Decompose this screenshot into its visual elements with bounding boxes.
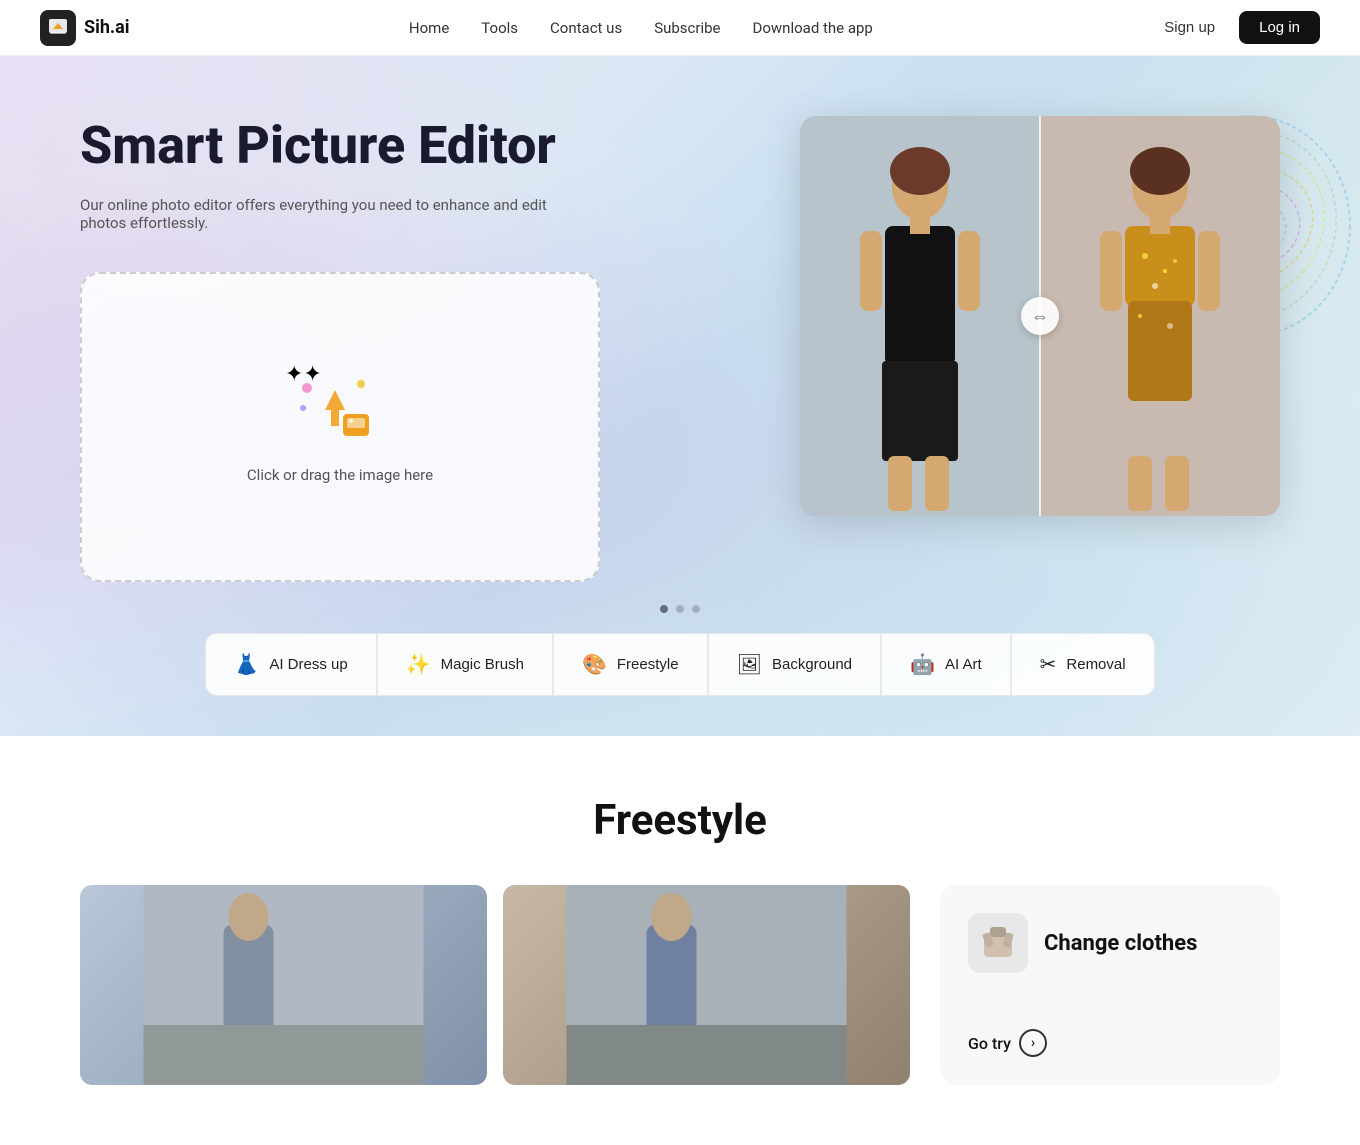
brand-name: Sih.ai — [84, 17, 130, 38]
removal-icon: ✂ — [1040, 652, 1057, 677]
section-title: Freestyle — [80, 796, 1280, 845]
brand-logo[interactable]: Sih.ai — [40, 10, 130, 46]
nav-links: Home Tools Contact us Subscribe Download… — [409, 19, 873, 37]
nav-home[interactable]: Home — [409, 19, 449, 37]
go-try-arrow-icon: › — [1019, 1029, 1047, 1057]
change-clothes-icon — [978, 923, 1018, 963]
upload-icon-area: ✦✦ — [295, 370, 385, 450]
feature-removal[interactable]: ✂ Removal — [1011, 633, 1155, 696]
go-try-button[interactable]: Go try › — [968, 1029, 1252, 1057]
upload-text: Click or drag the image here — [247, 466, 433, 484]
feature-ai-dress-up[interactable]: 👗 AI Dress up — [205, 633, 376, 696]
info-card: Change clothes Go try › — [940, 885, 1280, 1085]
signup-button[interactable]: Sign up — [1152, 13, 1227, 42]
carousel-dot-2[interactable] — [676, 605, 684, 613]
hero-right: ⇔ — [776, 116, 1280, 516]
freestyle-icon: 🎨 — [582, 652, 607, 677]
nav-tools[interactable]: Tools — [481, 19, 518, 37]
info-card-title: Change clothes — [1044, 931, 1197, 956]
section-img-left-graphic — [80, 885, 487, 1085]
carousel-dot-3[interactable] — [692, 605, 700, 613]
model-left-image — [800, 116, 1040, 516]
nav-subscribe[interactable]: Subscribe — [654, 19, 720, 37]
ai-art-icon: 🤖 — [910, 652, 935, 677]
feature-freestyle[interactable]: 🎨 Freestyle — [553, 633, 708, 696]
carousel-dot-1[interactable] — [660, 605, 668, 613]
hero-title: Smart Picture Editor — [80, 116, 740, 176]
hero-description: Our online photo editor offers everythin… — [80, 196, 560, 232]
comparison-handle[interactable]: ⇔ — [1021, 297, 1059, 335]
ai-dress-up-icon: 👗 — [234, 652, 259, 677]
background-icon: 🖼 — [737, 652, 762, 677]
info-card-top: Change clothes — [968, 913, 1252, 973]
section-image-right — [503, 885, 910, 1085]
section-image-left — [80, 885, 487, 1085]
magic-brush-icon: ✨ — [406, 652, 431, 677]
feature-background-label: Background — [772, 656, 852, 673]
feature-background[interactable]: 🖼 Background — [708, 633, 881, 696]
feature-removal-label: Removal — [1066, 656, 1125, 673]
hero-section: Smart Picture Editor Our online photo ed… — [0, 56, 1360, 736]
feature-ai-dress-up-label: AI Dress up — [269, 656, 347, 673]
info-card-icon — [968, 913, 1028, 973]
upload-stars-icon: ✦✦ — [285, 362, 322, 387]
section-image-grid — [80, 885, 910, 1085]
go-try-label: Go try — [968, 1034, 1011, 1053]
section-img-right-graphic — [503, 885, 910, 1085]
comparison-right — [1040, 116, 1280, 516]
navbar: Sih.ai Home Tools Contact us Subscribe D… — [0, 0, 1360, 56]
model-right-image — [1040, 116, 1280, 516]
nav-contact[interactable]: Contact us — [550, 19, 622, 37]
feature-buttons: 👗 AI Dress up ✨ Magic Brush 🎨 Freestyle … — [0, 633, 1360, 736]
carousel-dots — [0, 587, 1360, 613]
freestyle-section: Freestyle — [0, 736, 1360, 1145]
logo-icon — [40, 10, 76, 46]
feature-freestyle-label: Freestyle — [617, 656, 679, 673]
hero-left: Smart Picture Editor Our online photo ed… — [80, 116, 740, 582]
comparison-left — [800, 116, 1040, 516]
section-content: Change clothes Go try › — [80, 885, 1280, 1085]
login-button[interactable]: Log in — [1239, 11, 1320, 44]
nav-actions: Sign up Log in — [1152, 11, 1320, 44]
feature-ai-art-label: AI Art — [945, 656, 982, 673]
feature-magic-brush-label: Magic Brush — [441, 656, 524, 673]
nav-download[interactable]: Download the app — [753, 19, 873, 37]
upload-box[interactable]: ✦✦ Click or drag t — [80, 272, 600, 582]
feature-ai-art[interactable]: 🤖 AI Art — [881, 633, 1011, 696]
comparison-container: ⇔ — [800, 116, 1280, 516]
hero-content: Smart Picture Editor Our online photo ed… — [0, 56, 1360, 587]
feature-magic-brush[interactable]: ✨ Magic Brush — [377, 633, 553, 696]
